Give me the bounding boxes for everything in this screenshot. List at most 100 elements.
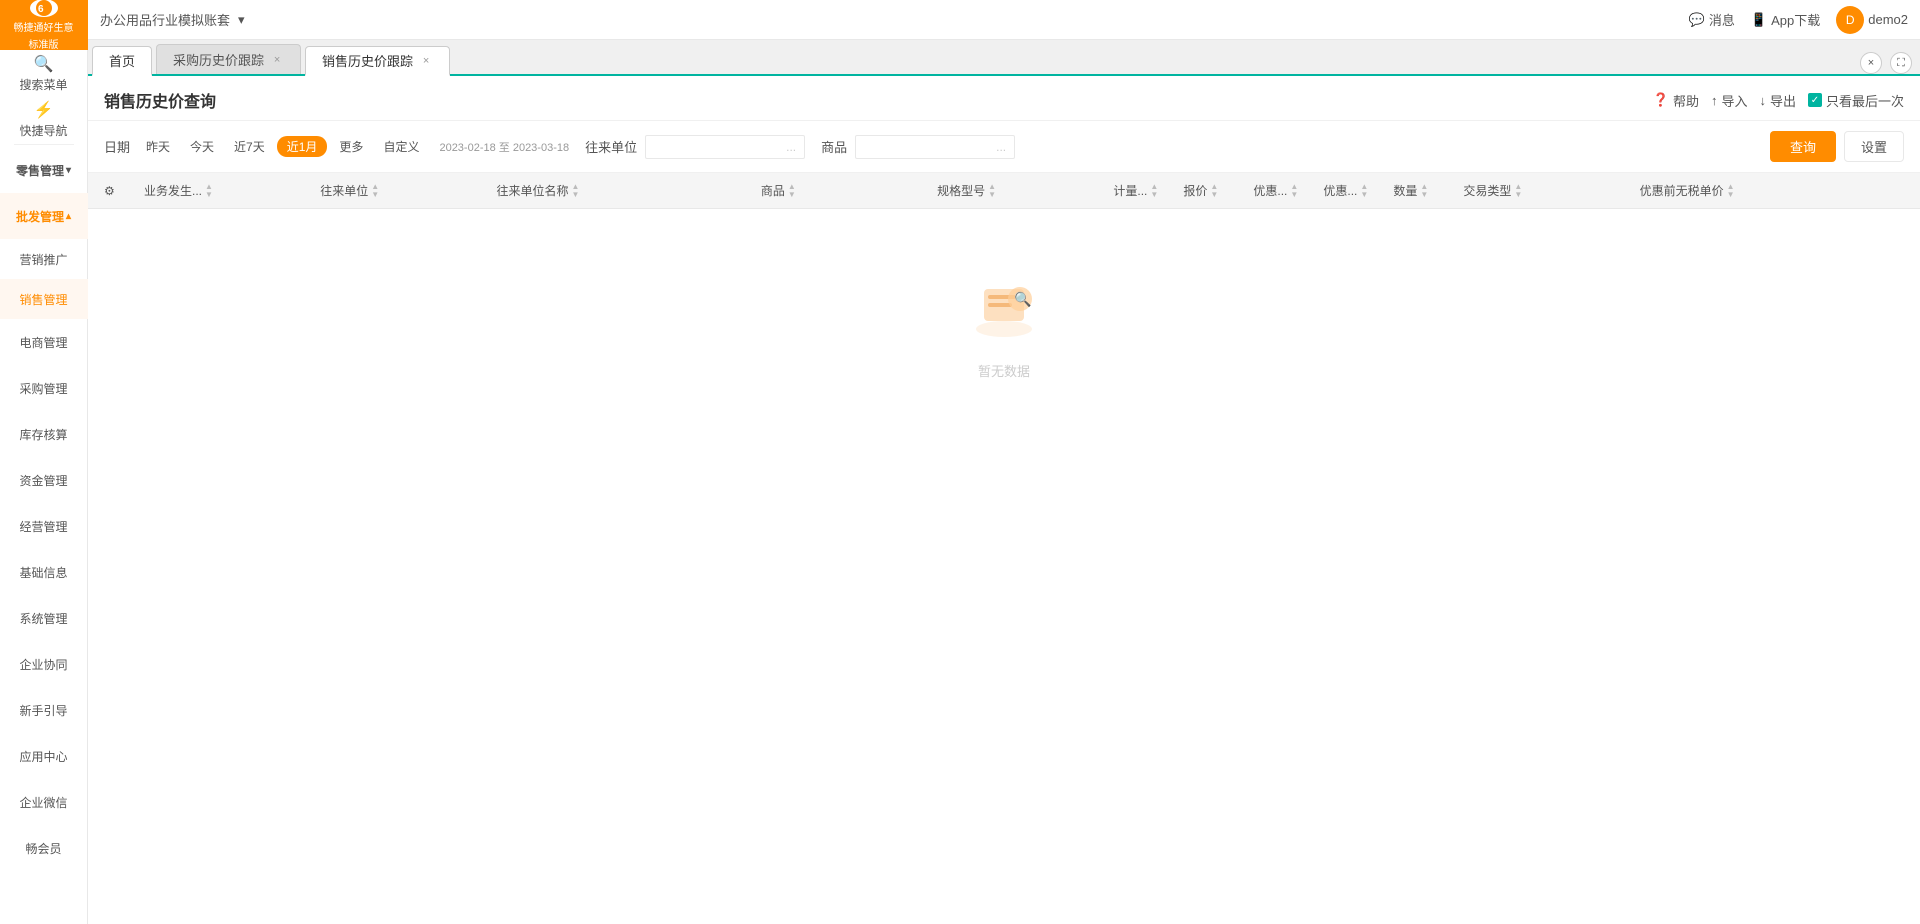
partner-filter-group: 往来单位 ... — [585, 135, 805, 159]
partner-input[interactable]: ... — [645, 135, 805, 159]
app-download-button[interactable]: 📱 App下载 — [1751, 10, 1820, 29]
product-label: 商品 — [821, 137, 847, 156]
empty-state: 🔍 暂无数据 — [88, 209, 1920, 440]
date-btn-today[interactable]: 今天 — [182, 136, 222, 157]
product-input[interactable]: ... — [855, 135, 1015, 159]
user-name: demo2 — [1868, 12, 1908, 27]
sidebar-item-system[interactable]: 系统管理 — [0, 595, 88, 641]
date-btn-custom[interactable]: 自定义 — [375, 136, 427, 157]
sidebar-item-label: 经营管理 — [19, 518, 67, 535]
svg-text:🔍: 🔍 — [1014, 290, 1031, 308]
tab-close-sales[interactable]: × — [419, 54, 433, 68]
help-icon: ❓ — [1653, 92, 1669, 108]
sidebar-item-label: 销售管理 — [19, 291, 67, 308]
th-discount1[interactable]: 优惠... ▲▼ — [1253, 182, 1323, 199]
sort-icon: ▲▼ — [1514, 183, 1522, 197]
message-icon: 💬 — [1689, 12, 1705, 28]
app-download-label: App下载 — [1771, 10, 1820, 29]
th-discount1-label: 优惠... — [1253, 182, 1287, 199]
sidebar-item-label: 企业协同 — [19, 656, 67, 673]
tab-home[interactable]: 首页 — [92, 46, 152, 76]
checkbox-teal-icon: ✓ — [1808, 93, 1822, 107]
date-btn-more[interactable]: 更多 — [331, 136, 371, 157]
sidebar-item-purchase[interactable]: 采购管理 — [0, 365, 88, 411]
sidebar-item-finance[interactable]: 资金管理 — [0, 457, 88, 503]
th-notax-price[interactable]: 优惠前无税单价 ▲▼ — [1640, 182, 1904, 199]
date-btn-last1month[interactable]: 近1月 — [277, 136, 328, 157]
sort-icon: ▲▼ — [1150, 183, 1158, 197]
th-quantity[interactable]: 数量 ▲▼ — [1393, 182, 1463, 199]
import-label: 导入 — [1721, 91, 1747, 110]
date-btn-yesterday[interactable]: 昨天 — [138, 136, 178, 157]
export-icon: ↓ — [1759, 93, 1766, 108]
maximize-button[interactable]: ⛶ — [1890, 52, 1912, 74]
th-measure[interactable]: 计量... ▲▼ — [1113, 182, 1183, 199]
date-filter-group: 日期 昨天 今天 近7天 近1月 更多 自定义 2023-02-18 至 202… — [104, 136, 569, 157]
company-dropdown[interactable]: ▾ — [238, 12, 245, 28]
sort-icon: ▲▼ — [788, 183, 796, 197]
product-filter-group: 商品 ... — [821, 135, 1015, 159]
tabbar-actions: × ⛶ — [1860, 52, 1920, 74]
sidebar-item-membership[interactable]: 畅会员 — [0, 825, 88, 871]
sidebar-item-label: 快捷导航 — [19, 122, 67, 139]
help-label: 帮助 — [1673, 91, 1699, 110]
only-last-checkbox-label[interactable]: ✓ 只看最后一次 — [1808, 91, 1904, 110]
app-logo[interactable]: 6 畅捷通好生意 标准版 — [0, 0, 88, 50]
table-area: ⚙ 业务发生... ▲▼ 往来单位 ▲▼ 往来单位名称 ▲▼ 商品 ▲▼ — [88, 173, 1920, 924]
sidebar-item-newuser[interactable]: 新手引导 — [0, 687, 88, 733]
tab-purchase-history[interactable]: 采购历史价跟踪 × — [156, 44, 301, 74]
th-quote-price-label: 报价 — [1183, 182, 1207, 199]
main-area: 办公用品行业模拟账套 ▾ 💬 消息 📱 App下载 D demo2 首页 — [88, 0, 1920, 924]
table-header: ⚙ 业务发生... ▲▼ 往来单位 ▲▼ 往来单位名称 ▲▼ 商品 ▲▼ — [88, 173, 1920, 209]
import-button[interactable]: ↑ 导入 — [1711, 91, 1748, 110]
help-button[interactable]: ❓ 帮助 — [1653, 91, 1699, 110]
th-unit-name[interactable]: 往来单位名称 ▲▼ — [497, 182, 761, 199]
sidebar-item-label: 应用中心 — [19, 748, 67, 765]
sidebar-item-enterprise[interactable]: 企业协同 — [0, 641, 88, 687]
close-all-tabs-button[interactable]: × — [1860, 52, 1882, 74]
sidebar-item-label: 营销推广 — [19, 251, 67, 268]
th-gear[interactable]: ⚙ — [104, 184, 144, 198]
tab-sales-history[interactable]: 销售历史价跟踪 × — [305, 46, 450, 76]
sidebar-item-sales[interactable]: 销售管理 — [0, 279, 88, 319]
sidebar-item-wholesale[interactable]: 批发管理 ▴ — [0, 193, 88, 239]
date-buttons: 昨天 今天 近7天 近1月 更多 自定义 — [138, 136, 427, 157]
partner-dots: ... — [786, 140, 796, 154]
tab-close-purchase[interactable]: × — [270, 53, 284, 67]
query-button[interactable]: 查询 — [1770, 131, 1836, 162]
export-button[interactable]: ↓ 导出 — [1759, 91, 1796, 110]
th-unit-code[interactable]: 往来单位 ▲▼ — [320, 182, 496, 199]
sidebar-item-basic[interactable]: 基础信息 — [0, 549, 88, 595]
sidebar-item-search[interactable]: 🔍 搜索菜单 — [0, 50, 88, 96]
sidebar-item-wechat[interactable]: 企业微信 — [0, 779, 88, 825]
th-discount2[interactable]: 优惠... ▲▼ — [1323, 182, 1393, 199]
sort-icon: ▲▼ — [371, 183, 379, 197]
date-btn-last7days[interactable]: 近7天 — [226, 136, 273, 157]
sidebar-item-ecommerce[interactable]: 电商管理 — [0, 319, 88, 365]
topbar-right: 💬 消息 📱 App下载 D demo2 — [1689, 6, 1908, 34]
setting-button[interactable]: 设置 — [1844, 131, 1904, 162]
sort-icon: ▲▼ — [205, 183, 213, 197]
sidebar-item-inventory[interactable]: 库存核算 — [0, 411, 88, 457]
tab-label: 首页 — [109, 51, 135, 70]
date-label: 日期 — [104, 137, 130, 156]
th-quote-price[interactable]: 报价 ▲▼ — [1183, 182, 1253, 199]
sidebar-item-retail[interactable]: 零售管理 ▾ — [0, 147, 88, 193]
user-menu[interactable]: D demo2 — [1836, 6, 1908, 34]
svg-text:6: 6 — [38, 4, 44, 15]
sidebar-item-appstore[interactable]: 应用中心 — [0, 733, 88, 779]
th-spec[interactable]: 规格型号 ▲▼ — [937, 182, 1113, 199]
sidebar-item-marketing[interactable]: 营销推广 — [0, 239, 88, 279]
th-quantity-label: 数量 — [1393, 182, 1417, 199]
th-biz-date[interactable]: 业务发生... ▲▼ — [144, 182, 320, 199]
filter-bar: 日期 昨天 今天 近7天 近1月 更多 自定义 2023-02-18 至 202… — [88, 121, 1920, 173]
sidebar-item-label: 畅会员 — [25, 840, 61, 857]
th-product[interactable]: 商品 ▲▼ — [761, 182, 937, 199]
sidebar-item-quicknav[interactable]: ⚡ 快捷导航 — [0, 96, 88, 142]
th-product-label: 商品 — [761, 182, 785, 199]
th-trade-type[interactable]: 交易类型 ▲▼ — [1463, 182, 1639, 199]
topbar: 办公用品行业模拟账套 ▾ 💬 消息 📱 App下载 D demo2 — [88, 0, 1920, 40]
sidebar-item-operations[interactable]: 经营管理 — [0, 503, 88, 549]
message-button[interactable]: 💬 消息 — [1689, 10, 1735, 29]
sidebar-item-label: 搜索菜单 — [19, 76, 67, 93]
